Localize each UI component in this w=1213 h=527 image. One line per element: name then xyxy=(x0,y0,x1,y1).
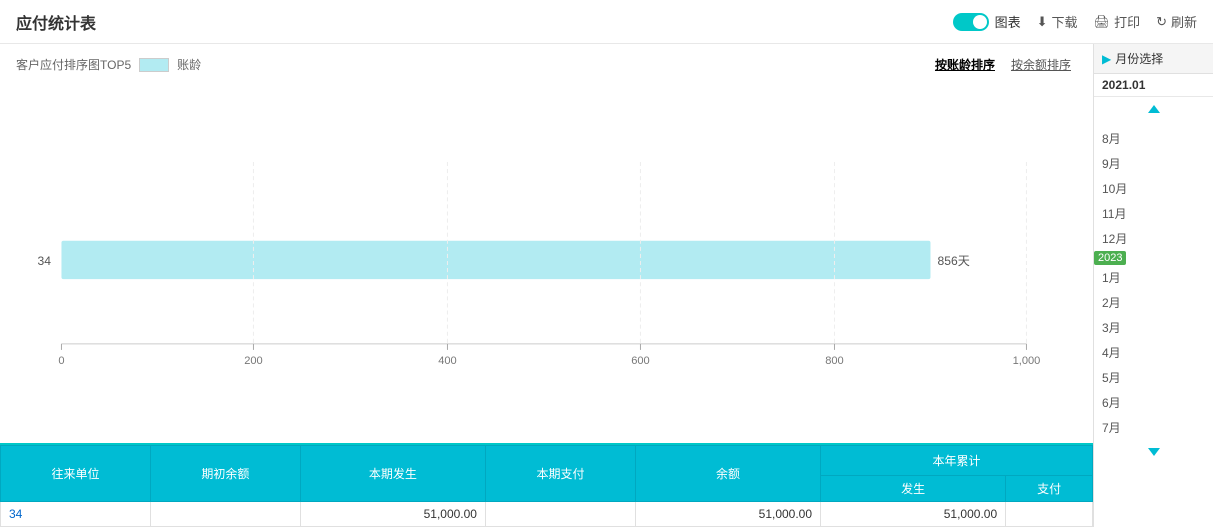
refresh-button[interactable]: ↻ 刷新 xyxy=(1156,12,1197,31)
col-ytd: 本年累计 xyxy=(821,446,1093,476)
chart-section: 客户应付排序图TOP5 账龄 按账龄排序 按余额排序 34 xyxy=(0,44,1093,443)
right-sidebar: ▶ 月份选择 2021.01 8月 9月 10月 11月 12月 2023 1月… xyxy=(1093,44,1213,527)
content-left: 客户应付排序图TOP5 账龄 按账龄排序 按余额排序 34 xyxy=(0,44,1093,527)
table-container: 往来单位 期初余额 本期发生 本期支付 余额 本年累计 发生 支付 xyxy=(0,445,1093,527)
main-content: 客户应付排序图TOP5 账龄 按账龄排序 按余额排序 34 xyxy=(0,44,1213,527)
sidebar-header: ▶ 月份选择 xyxy=(1094,44,1213,74)
col-ytd-occur: 发生 xyxy=(821,476,1006,502)
sidebar-header-label: 月份选择 xyxy=(1115,50,1163,67)
header-actions: 图表 ⬇ 下载 🖨 打印 ↻ 刷新 xyxy=(953,12,1197,31)
sidebar-year-label: 2021.01 xyxy=(1094,74,1213,97)
print-button[interactable]: 🖨 打印 xyxy=(1094,12,1141,31)
download-icon: ⬇ xyxy=(1037,14,1048,30)
svg-text:800: 800 xyxy=(825,355,844,367)
legend-box xyxy=(139,58,169,72)
unit-link[interactable]: 34 xyxy=(9,507,22,521)
svg-text:34: 34 xyxy=(38,254,52,268)
sidebar-nav-down[interactable] xyxy=(1094,440,1213,469)
sidebar-month-10[interactable]: 10月 xyxy=(1094,176,1213,201)
chart-toggle[interactable] xyxy=(953,13,989,31)
sort-buttons: 按账龄排序 按余额排序 xyxy=(929,54,1077,75)
col-ytd-pay: 支付 xyxy=(1006,476,1093,502)
svg-text:600: 600 xyxy=(631,355,650,367)
sidebar-month-3[interactable]: 3月 xyxy=(1094,315,1213,340)
sidebar-month-7[interactable]: 7月 xyxy=(1094,415,1213,440)
sidebar-month-1[interactable]: 1月 xyxy=(1094,265,1213,290)
sidebar-expand-icon[interactable]: ▶ xyxy=(1102,52,1111,66)
page-header: 应付统计表 图表 ⬇ 下载 🖨 打印 ↻ 刷新 xyxy=(0,0,1213,44)
cell-current-pay xyxy=(485,502,635,527)
sidebar-month-11[interactable]: 11月 xyxy=(1094,201,1213,226)
sidebar-month-9[interactable]: 9月 xyxy=(1094,151,1213,176)
svg-text:856天: 856天 xyxy=(938,254,970,268)
svg-text:200: 200 xyxy=(244,355,263,367)
chart-legend: 客户应付排序图TOP5 账龄 xyxy=(16,56,201,73)
sidebar-month-5[interactable]: 5月 xyxy=(1094,365,1213,390)
chart-body: 34 856天 0 200 400 xyxy=(0,79,1093,443)
sort-by-balance-button[interactable]: 按余额排序 xyxy=(1005,54,1077,75)
download-button[interactable]: ⬇ 下载 xyxy=(1037,12,1078,31)
data-table: 往来单位 期初余额 本期发生 本期支付 余额 本年累计 发生 支付 xyxy=(0,445,1093,527)
cell-ytd-occur: 51,000.00 xyxy=(821,502,1006,527)
svg-text:1,000: 1,000 xyxy=(1013,355,1041,367)
cell-current-occur: 51,000.00 xyxy=(300,502,485,527)
col-unit: 往来单位 xyxy=(1,446,151,502)
page-title: 应付统计表 xyxy=(16,10,96,34)
cell-balance: 51,000.00 xyxy=(635,502,820,527)
chart-svg: 34 856天 0 200 400 xyxy=(16,87,1077,439)
print-label: 打印 xyxy=(1114,12,1140,31)
download-label: 下载 xyxy=(1052,12,1078,31)
sidebar-month-4[interactable]: 4月 xyxy=(1094,340,1213,365)
refresh-label: 刷新 xyxy=(1171,12,1197,31)
col-current-occur: 本期发生 xyxy=(300,446,485,502)
svg-text:400: 400 xyxy=(438,355,457,367)
col-current-pay: 本期支付 xyxy=(485,446,635,502)
cell-unit: 34 xyxy=(1,502,151,527)
col-opening: 期初余额 xyxy=(150,446,300,502)
sidebar-month-6[interactable]: 6月 xyxy=(1094,390,1213,415)
svg-text:0: 0 xyxy=(58,355,64,367)
cell-ytd-pay xyxy=(1006,502,1093,527)
year-tag: 2023 xyxy=(1094,251,1126,265)
legend-box-label: 账龄 xyxy=(177,56,201,73)
table-section: 往来单位 期初余额 本期发生 本期支付 余额 本年累计 发生 支付 xyxy=(0,443,1093,527)
cell-opening xyxy=(150,502,300,527)
sort-by-amount-button[interactable]: 按账龄排序 xyxy=(929,54,1001,75)
chart-toggle-label: 图表 xyxy=(995,12,1021,31)
print-icon: 🖨 xyxy=(1094,14,1111,30)
sidebar-nav-up[interactable] xyxy=(1094,97,1213,126)
legend-text: 客户应付排序图TOP5 xyxy=(16,56,131,73)
col-balance: 余额 xyxy=(635,446,820,502)
chart-header: 客户应付排序图TOP5 账龄 按账龄排序 按余额排序 xyxy=(0,44,1093,79)
sidebar-month-2[interactable]: 2月 xyxy=(1094,290,1213,315)
refresh-icon: ↻ xyxy=(1156,14,1167,30)
sidebar-month-8[interactable]: 8月 xyxy=(1094,126,1213,151)
chart-toggle-wrap[interactable]: 图表 xyxy=(953,12,1021,31)
sidebar-month-12[interactable]: 12月 xyxy=(1094,226,1213,251)
year-marker: 2023 xyxy=(1094,251,1213,265)
table-row: 34 51,000.00 51,000.00 51,000.00 xyxy=(1,502,1093,527)
